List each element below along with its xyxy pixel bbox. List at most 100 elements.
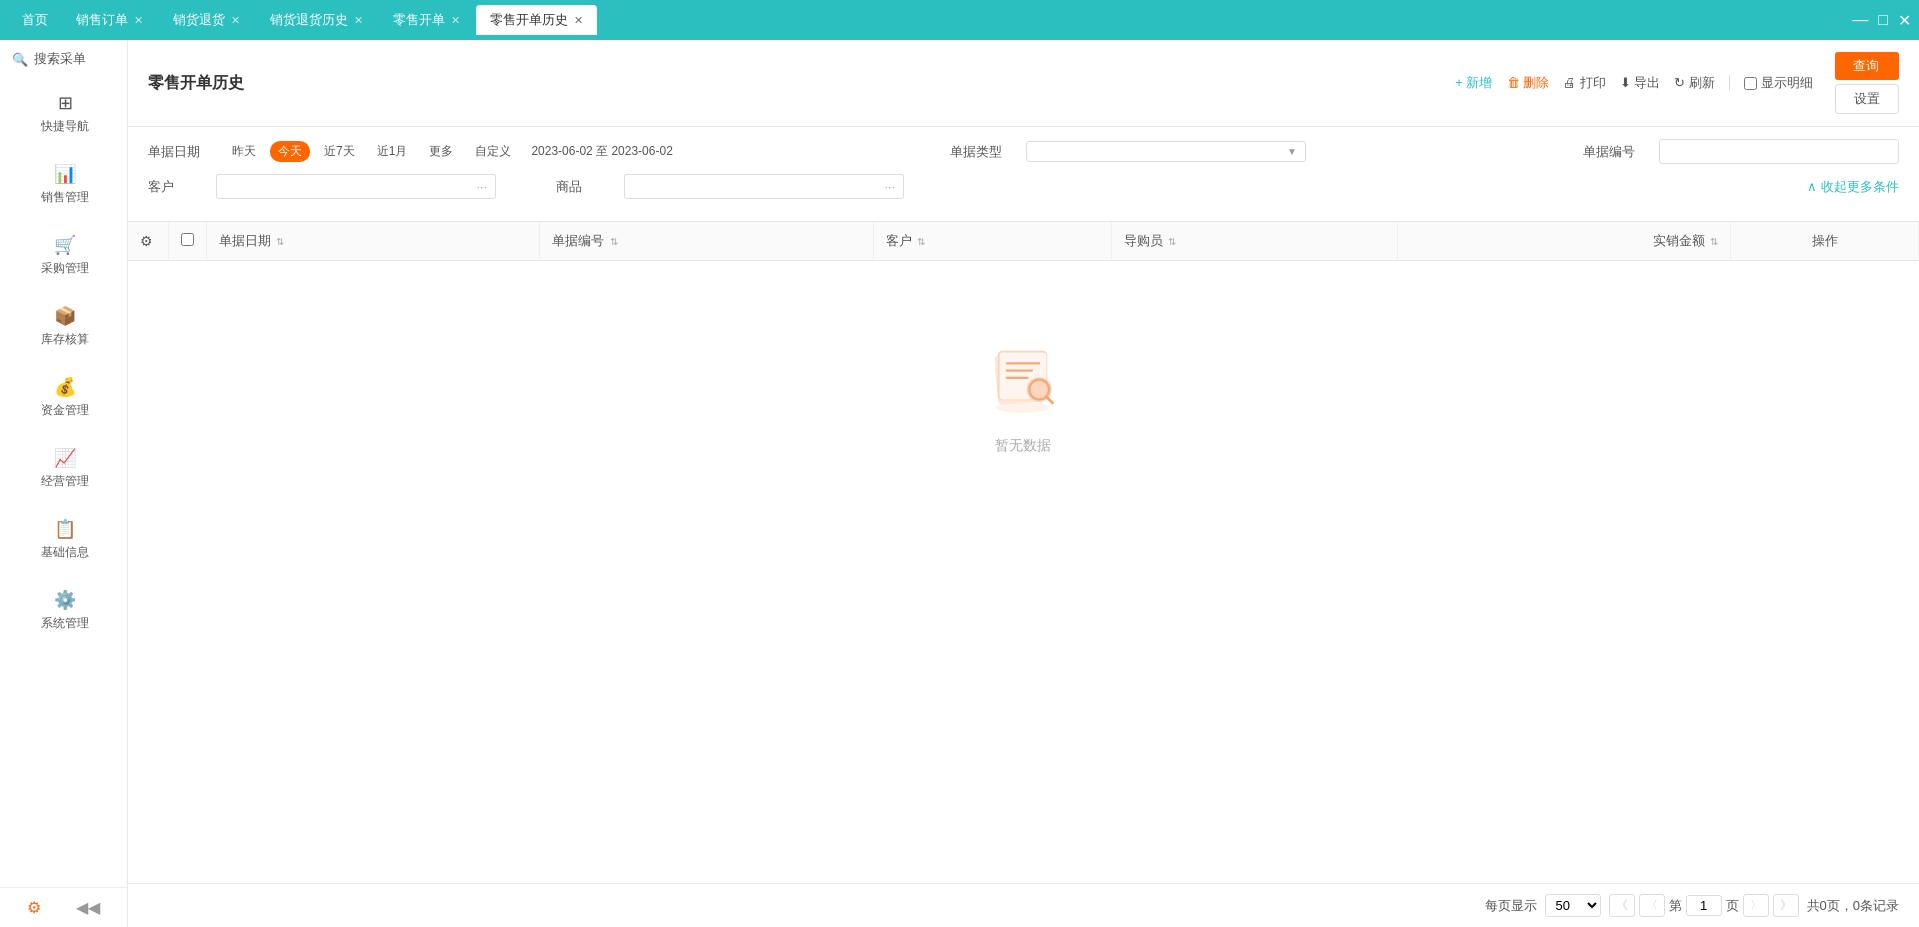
col-settings[interactable]: ⚙ (128, 222, 168, 261)
query-button[interactable]: 查询 (1835, 52, 1899, 80)
close-tab-retail-history[interactable]: ✕ (574, 14, 583, 27)
empty-icon (978, 331, 1068, 421)
sidebar-search[interactable]: 🔍 搜索采单 (0, 40, 127, 78)
maximize-btn[interactable]: □ (1878, 11, 1888, 30)
last-page-btn[interactable]: 》 (1773, 894, 1799, 917)
date-btn-yesterday[interactable]: 昨天 (224, 141, 264, 162)
refresh-button[interactable]: ↻ 刷新 (1674, 74, 1715, 92)
top-tabbar: 首页 销售订单 ✕ 销货退货 ✕ 销货退货历史 ✕ 零售开单 ✕ 零售开单历史 … (0, 0, 1919, 40)
delete-button[interactable]: 🗑 删除 (1507, 74, 1550, 92)
tab-home[interactable]: 首页 (8, 11, 62, 29)
tab-retail-open[interactable]: 零售开单 ✕ (379, 5, 474, 35)
date-btn-custom[interactable]: 自定义 (467, 141, 519, 162)
tab-sales-order[interactable]: 销售订单 ✕ (62, 5, 157, 35)
goods-ellipsis[interactable]: ··· (884, 179, 895, 194)
doc-type-label: 单据类型 (950, 143, 1010, 161)
display-detail-label[interactable]: 显示明细 (1744, 74, 1813, 92)
display-detail-text: 显示明细 (1761, 74, 1813, 92)
sidebar-collapse-icon[interactable]: ◀◀ (76, 898, 100, 917)
prev-page-btn[interactable]: 〈 (1639, 894, 1665, 917)
close-tab-sales-return-history[interactable]: ✕ (354, 14, 363, 27)
col-customer[interactable]: 客户 ⇅ (873, 222, 1111, 261)
collapse-arrow-icon: ∧ (1807, 179, 1817, 194)
sidebar-item-sales-mgmt[interactable]: 📊 销售管理 (0, 149, 127, 220)
sidebar-item-basic-info[interactable]: 📋 基础信息 (0, 504, 127, 575)
doc-type-select[interactable]: ▼ (1026, 141, 1306, 162)
inventory-icon: 📦 (54, 305, 76, 327)
close-btn[interactable]: ✕ (1898, 11, 1911, 30)
close-tab-sales-return[interactable]: ✕ (231, 14, 240, 27)
finance-icon: 💰 (54, 376, 76, 398)
page-title: 零售开单历史 (148, 73, 244, 94)
sidebar-item-purchase-mgmt[interactable]: 🛒 采购管理 (0, 220, 127, 291)
new-button[interactable]: + 新增 (1455, 74, 1492, 92)
display-detail-checkbox[interactable] (1744, 77, 1757, 90)
finance-label: 资金管理 (41, 402, 89, 419)
doc-no-input[interactable] (1659, 139, 1899, 164)
settings-gear-icon[interactable]: ⚙ (27, 898, 41, 917)
page-number-input[interactable] (1686, 895, 1722, 916)
col-no[interactable]: 单据编号 ⇅ (540, 222, 874, 261)
col-action: 操作 (1731, 222, 1919, 261)
date-btn-7days[interactable]: 近7天 (316, 141, 363, 162)
purchase-mgmt-icon: 🛒 (54, 234, 76, 256)
tab-sales-return[interactable]: 销货退货 ✕ (159, 5, 254, 35)
settings-button[interactable]: 设置 (1835, 84, 1899, 114)
sort-customer-icon: ⇅ (917, 236, 925, 247)
customer-input[interactable]: ··· (216, 174, 496, 199)
svg-line-9 (1047, 397, 1053, 403)
table-settings-icon[interactable]: ⚙ (140, 233, 153, 249)
empty-state: 暂无数据 (140, 271, 1907, 515)
sort-no-icon: ⇅ (610, 236, 618, 247)
basic-info-label: 基础信息 (41, 544, 89, 561)
print-button[interactable]: 🖨 打印 (1563, 74, 1606, 92)
customer-ellipsis[interactable]: ··· (476, 179, 487, 194)
tab-sales-return-history[interactable]: 销货退货历史 ✕ (256, 5, 377, 35)
empty-state-row: 暂无数据 (128, 261, 1919, 526)
select-all-checkbox[interactable] (181, 233, 194, 246)
close-tab-sales-order[interactable]: ✕ (134, 14, 143, 27)
sidebar-item-quick-nav[interactable]: ⊞ 快捷导航 (0, 78, 127, 149)
quick-nav-label: 快捷导航 (41, 118, 89, 135)
filter-row-1: 单据日期 昨天 今天 近7天 近1月 更多 自定义 2023-06-02 至 2… (148, 139, 1899, 164)
page-total: 共0页，0条记录 (1807, 897, 1899, 915)
next-page-btn[interactable]: 〉 (1743, 894, 1769, 917)
page-size-select[interactable]: 50 10 20 100 (1545, 894, 1601, 917)
tab-retail-history[interactable]: 零售开单历史 ✕ (476, 5, 597, 35)
date-filter-label: 单据日期 (148, 143, 208, 161)
export-button[interactable]: ⬇ 导出 (1620, 74, 1661, 92)
empty-text: 暂无数据 (995, 437, 1051, 455)
sales-mgmt-label: 销售管理 (41, 189, 89, 206)
col-date[interactable]: 单据日期 ⇅ (206, 222, 540, 261)
sidebar-item-inventory[interactable]: 📦 库存核算 (0, 291, 127, 362)
collapse-button[interactable]: ∧ 收起更多条件 (1807, 178, 1899, 196)
search-icon: 🔍 (12, 52, 28, 67)
goods-filter: 商品 ··· (556, 174, 904, 199)
collapse-label: 收起更多条件 (1821, 178, 1899, 196)
col-salesperson[interactable]: 导购员 ⇅ (1111, 222, 1397, 261)
sidebar-item-system[interactable]: ⚙️ 系统管理 (0, 575, 127, 646)
col-checkbox[interactable] (168, 222, 206, 261)
window-controls: — □ ✕ (1852, 11, 1911, 30)
filter-area: 单据日期 昨天 今天 近7天 近1月 更多 自定义 2023-06-02 至 2… (128, 127, 1919, 222)
sort-amount-icon: ⇅ (1710, 236, 1718, 247)
sidebar-item-operation[interactable]: 📈 经营管理 (0, 433, 127, 504)
col-amount[interactable]: 实销金额 ⇅ (1397, 222, 1731, 261)
table-container[interactable]: ⚙ 单据日期 ⇅ 单据编号 ⇅ (128, 222, 1919, 883)
minimize-btn[interactable]: — (1852, 11, 1868, 30)
date-btn-today[interactable]: 今天 (270, 141, 310, 162)
close-tab-retail-open[interactable]: ✕ (451, 14, 460, 27)
sidebar-item-finance[interactable]: 💰 资金管理 (0, 362, 127, 433)
goods-label: 商品 (556, 178, 616, 196)
first-page-btn[interactable]: 《 (1609, 894, 1635, 917)
goods-input[interactable]: ··· (624, 174, 904, 199)
operation-label: 经营管理 (41, 473, 89, 490)
page-prefix-label: 第 (1669, 897, 1682, 915)
system-icon: ⚙️ (54, 589, 76, 611)
sales-mgmt-icon: 📊 (54, 163, 76, 185)
quick-nav-icon: ⊞ (58, 92, 73, 114)
filter-dates: 昨天 今天 近7天 近1月 更多 自定义 2023-06-02 至 2023-0… (224, 141, 673, 162)
date-btn-1month[interactable]: 近1月 (369, 141, 416, 162)
date-btn-more[interactable]: 更多 (421, 141, 461, 162)
data-table: ⚙ 单据日期 ⇅ 单据编号 ⇅ (128, 222, 1919, 525)
